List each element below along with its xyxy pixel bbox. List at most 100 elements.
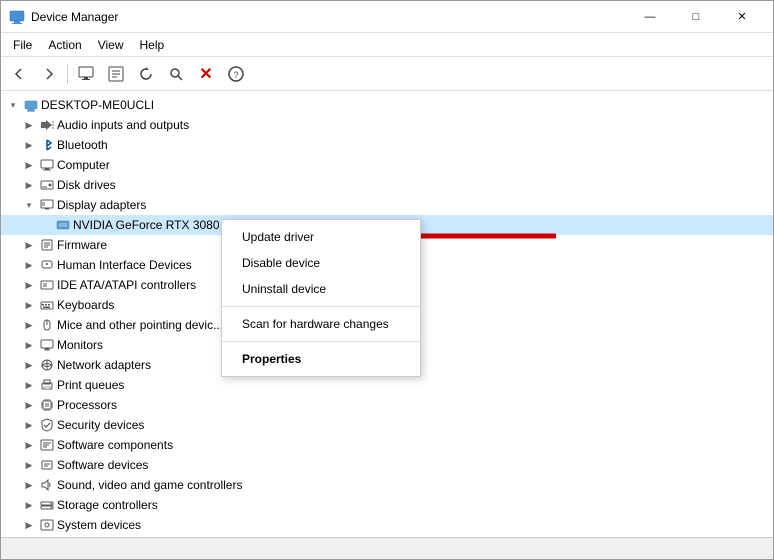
back-button[interactable] <box>5 60 33 88</box>
menu-help[interactable]: Help <box>132 36 173 54</box>
system-expand[interactable]: ▶ <box>21 517 37 533</box>
tree-computer[interactable]: ▶ Computer <box>1 155 773 175</box>
ide-icon <box>39 277 55 293</box>
nvidia-label: NVIDIA GeForce RTX 3080 <box>73 218 220 232</box>
tree-processors[interactable]: ▶ Processors <box>1 395 773 415</box>
processors-expand[interactable]: ▶ <box>21 397 37 413</box>
delete-btn[interactable]: ✕ <box>192 60 220 88</box>
security-label: Security devices <box>57 418 144 432</box>
firmware-icon <box>39 237 55 253</box>
network-expand[interactable]: ▶ <box>21 357 37 373</box>
keyboard-icon <box>39 297 55 313</box>
ide-expand[interactable]: ▶ <box>21 277 37 293</box>
search-btn[interactable] <box>162 60 190 88</box>
mouse-icon <box>39 317 55 333</box>
disk-expand[interactable]: ▶ <box>21 177 37 193</box>
tree-audio[interactable]: ▶ Audio inputs and outputs <box>1 115 773 135</box>
root-icon <box>23 97 39 113</box>
window-title: Device Manager <box>31 10 627 24</box>
tree-sw-components[interactable]: ▶ Software components <box>1 435 773 455</box>
minimize-button[interactable]: — <box>627 1 673 33</box>
tree-system[interactable]: ▶ System devices <box>1 515 773 535</box>
ctx-separator-2 <box>222 341 420 342</box>
computer-expand[interactable]: ▶ <box>21 157 37 173</box>
monitors-expand[interactable]: ▶ <box>21 337 37 353</box>
network-label: Network adapters <box>57 358 151 372</box>
ctx-uninstall-device[interactable]: Uninstall device <box>222 276 420 302</box>
ctx-disable-device[interactable]: Disable device <box>222 250 420 276</box>
toolbar: ✕ ? <box>1 57 773 91</box>
tree-bluetooth[interactable]: ▶ Bluetooth <box>1 135 773 155</box>
sound-expand[interactable]: ▶ <box>21 477 37 493</box>
context-menu: Update driver Disable device Uninstall d… <box>221 219 421 377</box>
tree-disk[interactable]: ▶ Disk drives <box>1 175 773 195</box>
tree-storage[interactable]: ▶ Storage controllers <box>1 495 773 515</box>
mice-label: Mice and other pointing devic... <box>57 318 223 332</box>
audio-label: Audio inputs and outputs <box>57 118 189 132</box>
computer-label: Computer <box>57 158 110 172</box>
bluetooth-label: Bluetooth <box>57 138 108 152</box>
system-icon <box>39 517 55 533</box>
sw-components-label: Software components <box>57 438 173 452</box>
print-label: Print queues <box>57 378 124 392</box>
menu-file[interactable]: File <box>5 36 40 54</box>
processors-label: Processors <box>57 398 117 412</box>
tree-sw-devices[interactable]: ▶ Software devices <box>1 455 773 475</box>
processor-icon <box>39 397 55 413</box>
toolbar-separator-1 <box>67 64 68 84</box>
tree-security[interactable]: ▶ Security devices <box>1 415 773 435</box>
ctx-scan-hardware[interactable]: Scan for hardware changes <box>222 311 420 337</box>
ctx-update-driver[interactable]: Update driver <box>222 224 420 250</box>
root-expand[interactable]: ▾ <box>5 97 21 113</box>
display-expand[interactable]: ▾ <box>21 197 37 213</box>
computer-icon <box>39 157 55 173</box>
monitor-icon <box>39 337 55 353</box>
print-icon <box>39 377 55 393</box>
ctx-separator-1 <box>222 306 420 307</box>
maximize-button[interactable]: □ <box>673 1 719 33</box>
bluetooth-expand[interactable]: ▶ <box>21 137 37 153</box>
title-bar: Device Manager — □ ✕ <box>1 1 773 33</box>
hid-expand[interactable]: ▶ <box>21 257 37 273</box>
device-manager-window: Device Manager — □ ✕ File Action View He… <box>0 0 774 560</box>
disk-icon <box>39 177 55 193</box>
disk-label: Disk drives <box>57 178 116 192</box>
sw-components-expand[interactable]: ▶ <box>21 437 37 453</box>
sw-devices-expand[interactable]: ▶ <box>21 457 37 473</box>
firmware-expand[interactable]: ▶ <box>21 237 37 253</box>
menu-bar: File Action View Help <box>1 33 773 57</box>
tree-print[interactable]: ▶ Print queues <box>1 375 773 395</box>
computer-icon-btn[interactable] <box>72 60 100 88</box>
system-label: System devices <box>57 518 141 532</box>
firmware-label: Firmware <box>57 238 107 252</box>
hid-label: Human Interface Devices <box>57 258 192 272</box>
audio-expand[interactable]: ▶ <box>21 117 37 133</box>
sound-label: Sound, video and game controllers <box>57 478 242 492</box>
help-btn[interactable]: ? <box>222 60 250 88</box>
storage-label: Storage controllers <box>57 498 158 512</box>
display-label: Display adapters <box>57 198 146 212</box>
monitors-label: Monitors <box>57 338 103 352</box>
refresh-btn[interactable] <box>132 60 160 88</box>
security-expand[interactable]: ▶ <box>21 417 37 433</box>
network-icon <box>39 357 55 373</box>
audio-icon <box>39 117 55 133</box>
tree-usb-ctrl[interactable]: ▶ Universal Serial Bus controllers <box>1 535 773 537</box>
print-expand[interactable]: ▶ <box>21 377 37 393</box>
app-icon <box>9 9 25 25</box>
menu-view[interactable]: View <box>90 36 132 54</box>
tree-display[interactable]: ▾ Display adapters <box>1 195 773 215</box>
menu-action[interactable]: Action <box>40 36 89 54</box>
close-button[interactable]: ✕ <box>719 1 765 33</box>
properties-btn[interactable] <box>102 60 130 88</box>
security-icon <box>39 417 55 433</box>
keyboards-expand[interactable]: ▶ <box>21 297 37 313</box>
ctx-properties[interactable]: Properties <box>222 346 420 372</box>
forward-button[interactable] <box>35 60 63 88</box>
hid-icon <box>39 257 55 273</box>
sw-devices-label: Software devices <box>57 458 148 472</box>
tree-root[interactable]: ▾ DESKTOP-ME0UCLI <box>1 95 773 115</box>
storage-expand[interactable]: ▶ <box>21 497 37 513</box>
mice-expand[interactable]: ▶ <box>21 317 37 333</box>
tree-sound[interactable]: ▶ Sound, video and game controllers <box>1 475 773 495</box>
